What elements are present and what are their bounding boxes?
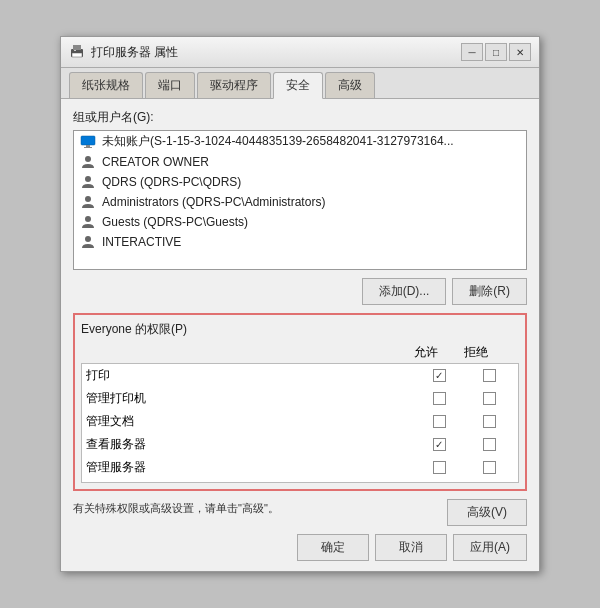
group-label: 组或用户名(G): xyxy=(73,109,527,126)
perm-name: 打印 xyxy=(86,367,414,384)
perm-allow-cell xyxy=(414,438,464,451)
remove-button[interactable]: 删除(R) xyxy=(452,278,527,305)
tab-security[interactable]: 安全 xyxy=(273,72,323,99)
permissions-title: Everyone 的权限(P) xyxy=(81,321,519,338)
perm-row-manage-server: 管理服务器 xyxy=(82,456,518,479)
main-window: 打印服务器 属性 ─ □ ✕ 纸张规格 端口 驱动程序 安全 高级 组或用户名(… xyxy=(60,36,540,572)
list-item[interactable]: INTERACTIVE xyxy=(74,232,526,252)
svg-rect-5 xyxy=(86,145,90,147)
perm-allow-cell xyxy=(414,415,464,428)
deny-checkbox-manage-doc[interactable] xyxy=(483,415,496,428)
user-icon xyxy=(80,194,96,210)
list-item[interactable]: 未知账户(S-1-15-3-1024-4044835139-2658482041… xyxy=(74,131,526,152)
user-icon xyxy=(80,154,96,170)
deny-checkbox-manage-printer[interactable] xyxy=(483,392,496,405)
user-action-buttons: 添加(D)... 删除(R) xyxy=(73,278,527,305)
title-bar-buttons: ─ □ ✕ xyxy=(461,43,531,61)
deny-checkbox-manage-server[interactable] xyxy=(483,461,496,474)
title-bar-left: 打印服务器 属性 xyxy=(69,44,178,61)
deny-checkbox-view-server[interactable] xyxy=(483,438,496,451)
ok-button[interactable]: 确定 xyxy=(297,534,369,561)
list-item[interactable]: Guests (QDRS-PC\Guests) xyxy=(74,212,526,232)
minimize-button[interactable]: ─ xyxy=(461,43,483,61)
title-bar: 打印服务器 属性 ─ □ ✕ xyxy=(61,37,539,68)
perm-row-view-server: 查看服务器 xyxy=(82,433,518,456)
user-name: Administrators (QDRS-PC\Administrators) xyxy=(102,195,325,209)
advanced-button[interactable]: 高级(V) xyxy=(447,499,527,526)
deny-header: 拒绝 xyxy=(451,344,501,361)
perm-deny-cell xyxy=(464,369,514,382)
user-name: CREATOR OWNER xyxy=(102,155,209,169)
user-name: INTERACTIVE xyxy=(102,235,181,249)
list-item[interactable]: QDRS (QDRS-PC\QDRS) xyxy=(74,172,526,192)
title-text: 打印服务器 属性 xyxy=(91,44,178,61)
allow-checkbox-manage-printer[interactable] xyxy=(433,392,446,405)
footer-area: 有关特殊权限或高级设置，请单击"高级"。 高级(V) xyxy=(73,499,527,526)
user-icon xyxy=(80,214,96,230)
add-button[interactable]: 添加(D)... xyxy=(362,278,447,305)
dialog-buttons: 确定 取消 应用(A) xyxy=(73,534,527,561)
perm-deny-cell xyxy=(464,461,514,474)
permissions-box: Everyone 的权限(P) 允许 拒绝 打印 xyxy=(73,313,527,491)
perm-deny-cell xyxy=(464,438,514,451)
perm-name: 查看服务器 xyxy=(86,436,414,453)
svg-point-11 xyxy=(85,236,91,242)
svg-point-9 xyxy=(85,196,91,202)
users-list[interactable]: 未知账户(S-1-15-3-1024-4044835139-2658482041… xyxy=(73,130,527,270)
allow-checkbox-view-server[interactable] xyxy=(433,438,446,451)
user-name: Guests (QDRS-PC\Guests) xyxy=(102,215,248,229)
list-item[interactable]: CREATOR OWNER xyxy=(74,152,526,172)
list-item[interactable]: Administrators (QDRS-PC\Administrators) xyxy=(74,192,526,212)
perm-name: 特殊权限 xyxy=(86,482,414,483)
allow-header: 允许 xyxy=(401,344,451,361)
perm-allow-cell xyxy=(414,461,464,474)
perm-row-print: 打印 xyxy=(82,364,518,387)
perm-name: 管理打印机 xyxy=(86,390,414,407)
tab-paper[interactable]: 纸张规格 xyxy=(69,72,143,98)
user-name: 未知账户(S-1-15-3-1024-4044835139-2658482041… xyxy=(102,133,454,150)
perm-name: 管理文档 xyxy=(86,413,414,430)
user-icon xyxy=(80,174,96,190)
svg-point-8 xyxy=(85,176,91,182)
tabs-bar: 纸张规格 端口 驱动程序 安全 高级 xyxy=(61,68,539,99)
tab-port[interactable]: 端口 xyxy=(145,72,195,98)
svg-rect-1 xyxy=(73,45,81,50)
perm-allow-cell xyxy=(414,369,464,382)
svg-point-10 xyxy=(85,216,91,222)
perm-name: 管理服务器 xyxy=(86,459,414,476)
perm-deny-cell xyxy=(464,415,514,428)
svg-rect-4 xyxy=(81,136,95,145)
tab-advanced[interactable]: 高级 xyxy=(325,72,375,98)
svg-point-7 xyxy=(85,156,91,162)
perm-row-manage-printer: 管理打印机 xyxy=(82,387,518,410)
apply-button[interactable]: 应用(A) xyxy=(453,534,527,561)
cancel-button[interactable]: 取消 xyxy=(375,534,447,561)
close-button[interactable]: ✕ xyxy=(509,43,531,61)
footer-note: 有关特殊权限或高级设置，请单击"高级"。 xyxy=(73,501,279,516)
svg-rect-2 xyxy=(72,53,82,57)
perm-deny-cell xyxy=(464,392,514,405)
allow-checkbox-manage-server[interactable] xyxy=(433,461,446,474)
perm-row-manage-doc: 管理文档 xyxy=(82,410,518,433)
svg-rect-3 xyxy=(74,50,76,51)
content-area: 组或用户名(G): 未知账户(S-1-15-3-1024-4044835139-… xyxy=(61,99,539,571)
user-icon xyxy=(80,234,96,250)
user-name: QDRS (QDRS-PC\QDRS) xyxy=(102,175,241,189)
allow-checkbox-manage-doc[interactable] xyxy=(433,415,446,428)
permissions-list[interactable]: 打印 管理打印机 xyxy=(81,363,519,483)
computer-icon xyxy=(80,134,96,150)
svg-rect-6 xyxy=(84,147,92,148)
printer-icon xyxy=(69,44,85,60)
maximize-button[interactable]: □ xyxy=(485,43,507,61)
allow-checkbox-print[interactable] xyxy=(433,369,446,382)
tab-driver[interactable]: 驱动程序 xyxy=(197,72,271,98)
deny-checkbox-print[interactable] xyxy=(483,369,496,382)
perm-allow-cell xyxy=(414,392,464,405)
perm-row-special: 特殊权限 xyxy=(82,479,518,483)
